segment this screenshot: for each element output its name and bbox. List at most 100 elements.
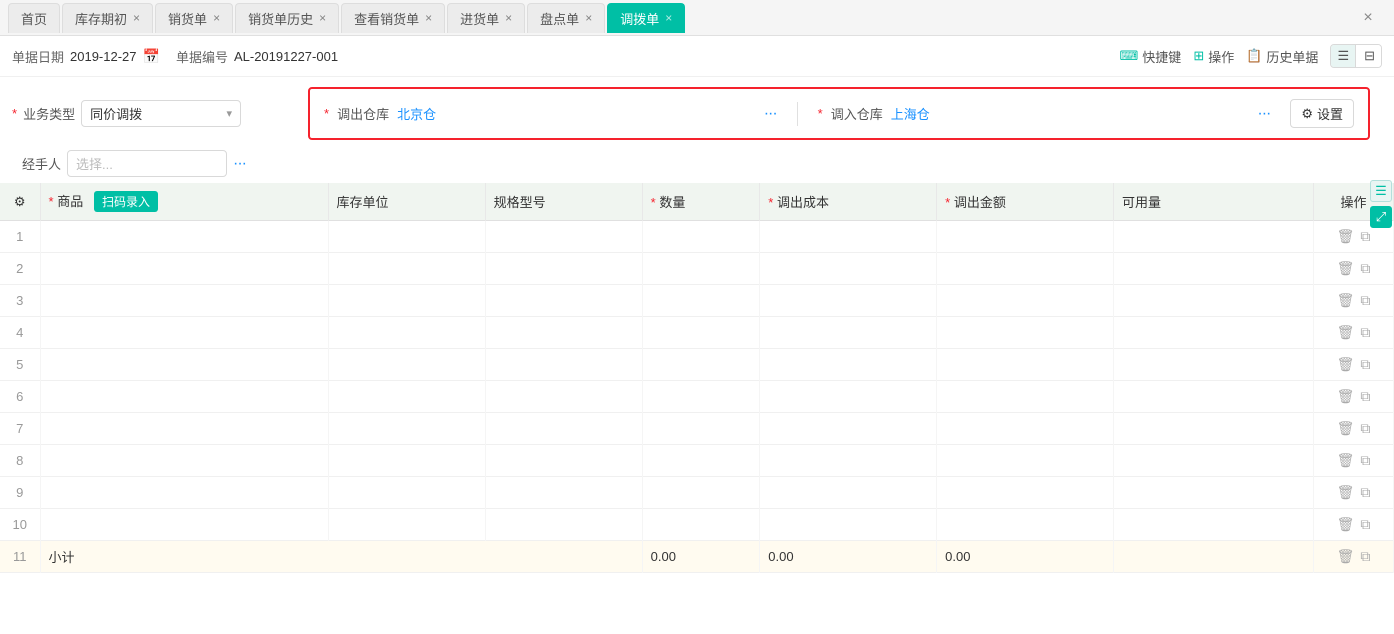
cost-cell[interactable] [760,349,937,381]
row-copy-icon[interactable]: ⧉ [1360,228,1370,245]
row-copy-icon[interactable]: ⧉ [1360,260,1370,277]
row-delete-icon[interactable]: 🗑 [1337,420,1355,437]
tab-view-sales-close[interactable]: × [425,11,432,25]
tab-purchase-close[interactable]: × [505,11,512,25]
amount-cell[interactable] [937,285,1114,317]
product-cell[interactable] [40,381,328,413]
spec-cell[interactable] [485,477,642,509]
qty-cell[interactable] [642,413,760,445]
row-delete-icon[interactable]: 🗑 [1337,292,1355,309]
amount-cell[interactable] [937,317,1114,349]
unit-cell[interactable] [328,253,485,285]
col-gear[interactable]: ⚙ [0,183,40,221]
unit-cell[interactable] [328,445,485,477]
row-delete-icon[interactable]: 🗑 [1337,548,1355,565]
row-delete-icon[interactable]: 🗑 [1337,324,1355,341]
row-delete-icon[interactable]: 🗑 [1337,356,1355,373]
transfer-in-more[interactable]: ··· [1257,105,1270,123]
cost-cell[interactable] [760,317,937,349]
amount-cell[interactable] [937,477,1114,509]
tab-stock-init-close[interactable]: × [133,11,140,25]
row-copy-icon[interactable]: ⧉ [1360,420,1370,437]
tab-stock-init[interactable]: 库存期初 × [62,3,153,33]
row-delete-icon[interactable]: 🗑 [1337,452,1355,469]
spec-cell[interactable] [485,445,642,477]
window-close-button[interactable]: × [1350,0,1386,36]
row-copy-icon[interactable]: ⧉ [1360,356,1370,373]
tab-sales-history-close[interactable]: × [319,11,326,25]
scan-button[interactable]: 扫码录入 [94,191,158,212]
product-cell[interactable] [40,509,328,541]
transfer-in-value[interactable]: 上海仓 [891,104,1250,123]
cost-cell[interactable] [760,381,937,413]
spec-cell[interactable] [485,253,642,285]
spec-cell[interactable] [485,509,642,541]
cost-cell[interactable] [760,477,937,509]
tab-sales-order[interactable]: 销货单 × [155,3,233,33]
amount-cell[interactable] [937,221,1114,253]
transfer-out-more[interactable]: ··· [764,105,777,123]
tab-sales-history[interactable]: 销货单历史 × [235,3,339,33]
cost-cell[interactable] [760,413,937,445]
row-delete-icon[interactable]: 🗑 [1337,484,1355,501]
right-list-icon[interactable]: ☰ [1370,180,1392,202]
qty-cell[interactable] [642,477,760,509]
tab-sales-order-close[interactable]: × [213,11,220,25]
qty-cell[interactable] [642,253,760,285]
tab-transfer[interactable]: 调拨单 × [607,3,685,33]
amount-cell[interactable] [937,381,1114,413]
handler-select[interactable]: 选择... [67,150,227,177]
amount-cell[interactable] [937,413,1114,445]
tab-purchase[interactable]: 进货单 × [447,3,525,33]
view-toggle-list[interactable]: ☰ [1331,45,1356,67]
tab-home[interactable]: 首页 [8,3,60,33]
cost-cell[interactable] [760,253,937,285]
row-copy-icon[interactable]: ⧉ [1360,324,1370,341]
tab-inventory-close[interactable]: × [585,11,592,25]
amount-cell[interactable] [937,349,1114,381]
product-cell[interactable] [40,413,328,445]
row-copy-icon[interactable]: ⧉ [1360,292,1370,309]
unit-cell[interactable] [328,509,485,541]
shortcut-button[interactable]: ⌨ 快捷键 [1120,47,1182,66]
tab-view-sales[interactable]: 查看销货单 × [341,3,445,33]
unit-cell[interactable] [328,349,485,381]
cost-cell[interactable] [760,509,937,541]
calendar-icon[interactable]: 📅 [143,48,160,65]
cost-cell[interactable] [760,445,937,477]
spec-cell[interactable] [485,285,642,317]
row-delete-icon[interactable]: 🗑 [1337,228,1355,245]
spec-cell[interactable] [485,349,642,381]
unit-cell[interactable] [328,381,485,413]
handler-more[interactable]: ··· [233,155,246,173]
spec-cell[interactable] [485,221,642,253]
operation-button[interactable]: ⊞ 操作 [1193,47,1234,66]
right-expand-icon[interactable]: ⤢ [1370,206,1392,228]
amount-cell[interactable] [937,445,1114,477]
amount-cell[interactable] [937,509,1114,541]
row-copy-icon[interactable]: ⧉ [1360,484,1370,501]
qty-cell[interactable] [642,221,760,253]
qty-cell[interactable] [642,445,760,477]
row-copy-icon[interactable]: ⧉ [1360,516,1370,533]
row-delete-icon[interactable]: 🗑 [1337,260,1355,277]
qty-cell[interactable] [642,285,760,317]
cost-cell[interactable] [760,221,937,253]
row-copy-icon[interactable]: ⧉ [1360,452,1370,469]
spec-cell[interactable] [485,413,642,445]
tab-inventory[interactable]: 盘点单 × [527,3,605,33]
product-cell[interactable] [40,317,328,349]
business-type-select[interactable]: 同价调拨 ▾ [81,100,241,127]
spec-cell[interactable] [485,381,642,413]
qty-cell[interactable] [642,381,760,413]
qty-cell[interactable] [642,349,760,381]
product-cell[interactable] [40,253,328,285]
row-copy-icon[interactable]: ⧉ [1360,388,1370,405]
unit-cell[interactable] [328,285,485,317]
unit-cell[interactable] [328,317,485,349]
amount-cell[interactable] [937,253,1114,285]
unit-cell[interactable] [328,477,485,509]
product-cell[interactable] [40,477,328,509]
product-cell[interactable] [40,285,328,317]
tab-transfer-close[interactable]: × [665,11,672,25]
